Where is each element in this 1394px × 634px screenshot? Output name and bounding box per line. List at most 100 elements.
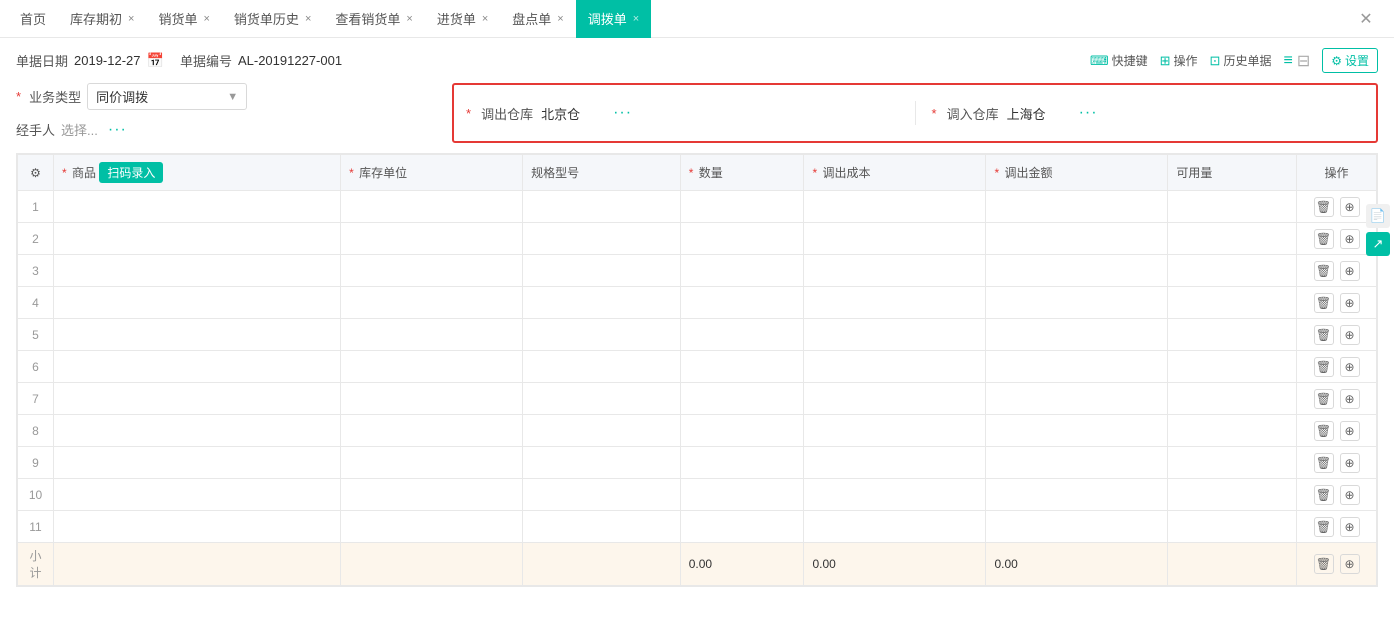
handler-placeholder[interactable]: 选择... [61,120,98,139]
copy-row-button[interactable]: ⊕ [1340,229,1360,249]
delete-row-button[interactable]: 🗑 [1314,293,1334,313]
cell-cost[interactable] [804,191,986,223]
cell-unit[interactable] [341,511,523,543]
history-button[interactable]: ⊡ 历史单据 [1210,52,1272,69]
cell-spec[interactable] [523,511,681,543]
scan-button[interactable]: 扫码录入 [99,162,163,183]
cell-amount[interactable] [986,415,1168,447]
cell-spec[interactable] [523,191,681,223]
tab-sales-history-close[interactable]: × [305,13,311,25]
tab-view-sales-close[interactable]: × [406,13,412,25]
cell-cost[interactable] [804,383,986,415]
copy-row-button[interactable]: ⊕ [1340,325,1360,345]
cell-unit[interactable] [341,319,523,351]
cell-unit[interactable] [341,255,523,287]
delete-row-button[interactable]: 🗑 [1314,261,1334,281]
cell-unit[interactable] [341,479,523,511]
cell-quantity[interactable] [680,351,804,383]
handler-more-button[interactable]: ··· [108,121,127,139]
cell-amount[interactable] [986,479,1168,511]
cell-amount[interactable] [986,319,1168,351]
tab-home[interactable]: 首页 [8,0,58,38]
cell-product[interactable] [54,447,341,479]
delete-row-button[interactable]: 🗑 [1314,389,1334,409]
warehouse-out-more-button[interactable]: ··· [613,104,632,122]
delete-row-button[interactable]: 🗑 [1314,229,1334,249]
panel-document-icon[interactable]: 📄 [1366,204,1390,228]
cell-unit[interactable] [341,351,523,383]
cell-spec[interactable] [523,223,681,255]
cell-available[interactable] [1168,383,1297,415]
cell-amount[interactable] [986,255,1168,287]
cell-quantity[interactable] [680,415,804,447]
cell-amount[interactable] [986,191,1168,223]
cell-product[interactable] [54,511,341,543]
panel-export-icon[interactable]: ↗ [1366,232,1390,256]
tab-inventory-check[interactable]: 盘点单 × [500,0,575,38]
operation-button[interactable]: ⊞ 操作 [1160,52,1198,69]
shortcut-button[interactable]: ⌨ 快捷键 [1090,52,1148,69]
tab-sales-history[interactable]: 销货单历史 × [222,0,323,38]
cell-quantity[interactable] [680,191,804,223]
subtotal-copy-button[interactable]: ⊕ [1340,554,1360,574]
copy-row-button[interactable]: ⊕ [1340,485,1360,505]
cell-spec[interactable] [523,415,681,447]
cell-quantity[interactable] [680,447,804,479]
cell-cost[interactable] [804,447,986,479]
cell-available[interactable] [1168,447,1297,479]
cell-unit[interactable] [341,383,523,415]
cell-spec[interactable] [523,319,681,351]
cell-cost[interactable] [804,287,986,319]
cell-available[interactable] [1168,223,1297,255]
cell-product[interactable] [54,319,341,351]
cell-product[interactable] [54,479,341,511]
settings-button[interactable]: ⚙ 设置 [1322,48,1378,73]
cell-spec[interactable] [523,479,681,511]
cell-spec[interactable] [523,383,681,415]
tab-purchase-order[interactable]: 进货单 × [425,0,500,38]
cell-amount[interactable] [986,447,1168,479]
cell-available[interactable] [1168,319,1297,351]
cell-product[interactable] [54,415,341,447]
copy-row-button[interactable]: ⊕ [1340,389,1360,409]
cell-product[interactable] [54,351,341,383]
warehouse-in-more-button[interactable]: ··· [1079,104,1098,122]
delete-row-button[interactable]: 🗑 [1314,325,1334,345]
calendar-icon[interactable]: 📅 [147,52,164,69]
cell-cost[interactable] [804,479,986,511]
cell-spec[interactable] [523,287,681,319]
copy-row-button[interactable]: ⊕ [1340,421,1360,441]
delete-row-button[interactable]: 🗑 [1314,197,1334,217]
cell-cost[interactable] [804,351,986,383]
delete-row-button[interactable]: 🗑 [1314,517,1334,537]
cell-amount[interactable] [986,223,1168,255]
tab-inventory-init-close[interactable]: × [128,13,134,25]
cell-unit[interactable] [341,287,523,319]
cell-product[interactable] [54,383,341,415]
cell-available[interactable] [1168,511,1297,543]
cell-amount[interactable] [986,383,1168,415]
cell-available[interactable] [1168,287,1297,319]
cell-spec[interactable] [523,447,681,479]
cell-quantity[interactable] [680,287,804,319]
delete-row-button[interactable]: 🗑 [1314,421,1334,441]
tab-transfer[interactable]: 调拨单 × [576,0,651,38]
tab-purchase-order-close[interactable]: × [482,13,488,25]
cell-available[interactable] [1168,191,1297,223]
cell-quantity[interactable] [680,383,804,415]
cell-quantity[interactable] [680,319,804,351]
cell-cost[interactable] [804,319,986,351]
copy-row-button[interactable]: ⊕ [1340,197,1360,217]
cell-product[interactable] [54,191,341,223]
copy-row-button[interactable]: ⊕ [1340,261,1360,281]
cell-quantity[interactable] [680,255,804,287]
cell-cost[interactable] [804,511,986,543]
cell-available[interactable] [1168,351,1297,383]
subtotal-delete-button[interactable]: 🗑 [1314,554,1334,574]
cell-amount[interactable] [986,351,1168,383]
window-close-button[interactable]: ✕ [1354,7,1378,31]
copy-row-button[interactable]: ⊕ [1340,517,1360,537]
cell-amount[interactable] [986,287,1168,319]
business-type-dropdown-arrow[interactable]: ▼ [227,91,238,103]
gear-icon[interactable]: ⚙ [30,166,41,180]
